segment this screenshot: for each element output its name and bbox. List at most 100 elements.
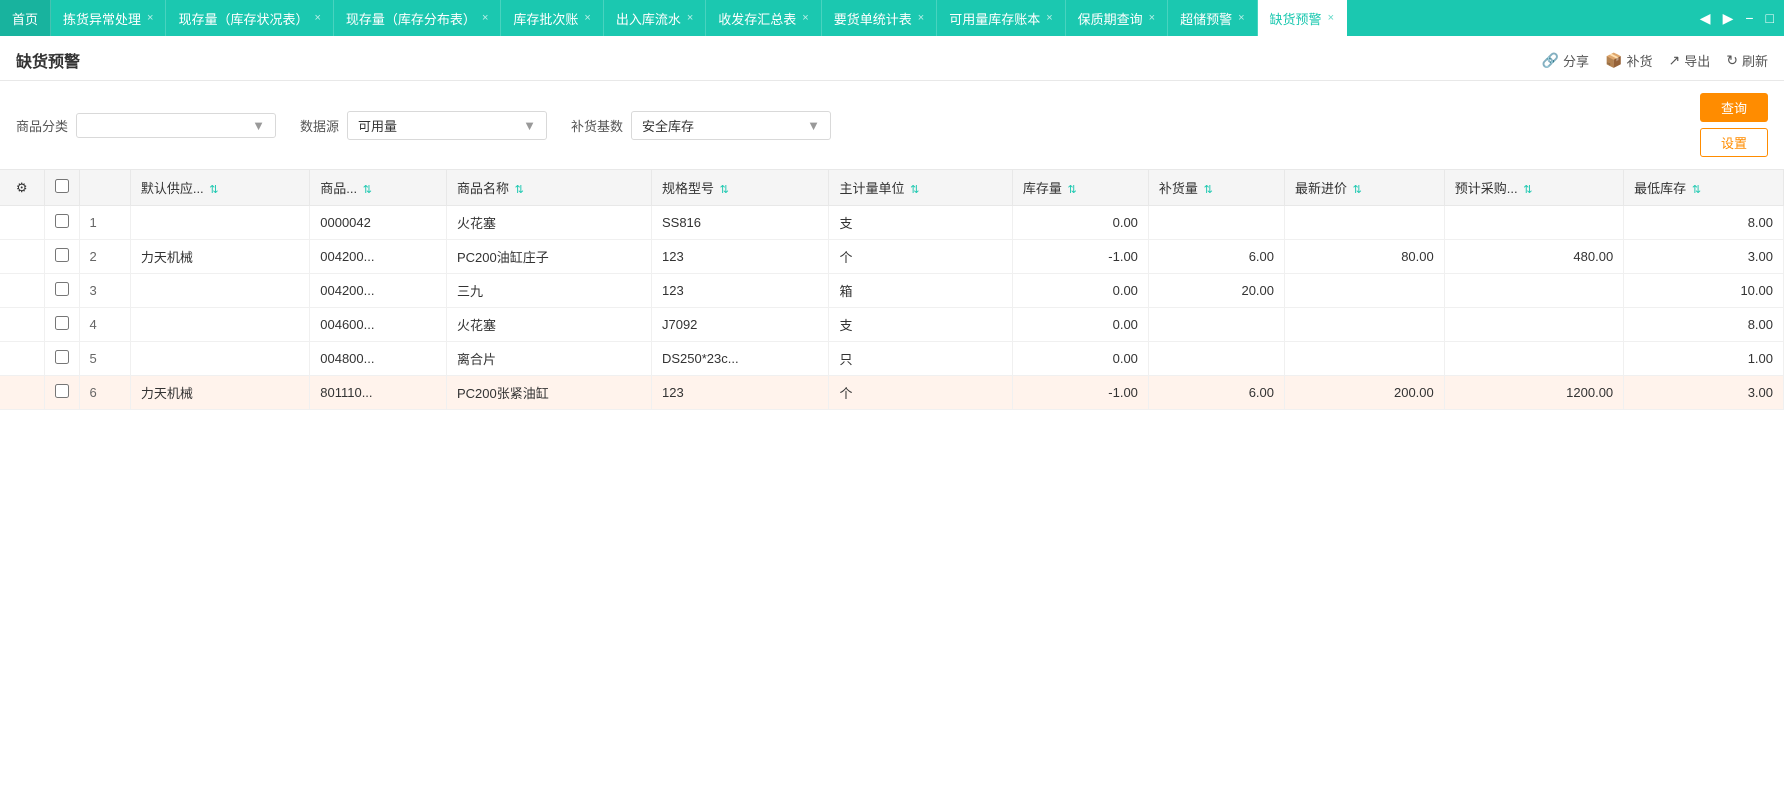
settings-button[interactable]: 设置 (1700, 128, 1768, 157)
export-button[interactable]: ↗ 导出 (1669, 51, 1711, 70)
cell-unit: 只 (829, 342, 1012, 376)
row-checkbox-6[interactable] (55, 384, 69, 398)
th-min-stock[interactable]: 最低库存 ⇅ (1624, 170, 1784, 206)
cell-stock: 0.00 (1012, 308, 1148, 342)
query-button[interactable]: 查询 (1700, 93, 1768, 122)
tab-close-inventory-status[interactable]: × (314, 12, 320, 24)
th-stock[interactable]: 库存量 ⇅ (1012, 170, 1148, 206)
sort-min-stock-icon: ⇅ (1692, 184, 1701, 196)
sort-spec-icon: ⇅ (720, 184, 729, 196)
cell-name: 火花塞 (447, 308, 652, 342)
cell-supplier: 力天机械 (130, 376, 309, 410)
th-spec[interactable]: 规格型号 ⇅ (651, 170, 828, 206)
cell-checkbox[interactable] (44, 376, 79, 410)
tab-next-button[interactable]: ▶ (1717, 0, 1740, 36)
replenish-button[interactable]: 📦 补货 (1605, 51, 1652, 70)
cell-est-purchase (1444, 274, 1623, 308)
cell-code: 004200... (310, 274, 447, 308)
tab-picking[interactable]: 拣货异常处理 × (51, 0, 166, 36)
tab-bar: 首页 拣货异常处理 × 现存量（库存状况表） × 现存量（库存分布表） × 库存… (0, 0, 1784, 36)
cell-latest-price (1285, 274, 1445, 308)
tab-flow[interactable]: 出入库流水 × (604, 0, 706, 36)
tab-close-expiry[interactable]: × (1149, 12, 1155, 24)
th-supplier[interactable]: 默认供应... ⇅ (130, 170, 309, 206)
tab-summary[interactable]: 收发存汇总表 × (706, 0, 821, 36)
share-button[interactable]: 🔗 分享 (1542, 51, 1589, 70)
cell-stock: -1.00 (1012, 240, 1148, 274)
th-est-purchase[interactable]: 预计采购... ⇅ (1444, 170, 1623, 206)
cell-est-purchase (1444, 308, 1623, 342)
cell-code: 0000042 (310, 206, 447, 240)
cell-gear (0, 308, 44, 342)
cell-spec: J7092 (651, 308, 828, 342)
th-checkbox[interactable] (44, 170, 79, 206)
select-all-checkbox[interactable] (55, 179, 69, 193)
tab-minimize-button[interactable]: − (1739, 0, 1759, 36)
refresh-button[interactable]: ↻ 刷新 (1726, 51, 1768, 70)
tab-close-requisition[interactable]: × (918, 12, 924, 24)
tab-close-summary[interactable]: × (802, 12, 808, 24)
cell-checkbox[interactable] (44, 206, 79, 240)
th-name[interactable]: 商品名称 ⇅ (447, 170, 652, 206)
cell-checkbox[interactable] (44, 274, 79, 308)
tab-expiry[interactable]: 保质期查询 × (1066, 0, 1168, 36)
replenish-select[interactable]: 安全库存 ▼ (631, 111, 831, 140)
row-checkbox-5[interactable] (55, 350, 69, 364)
cell-min-stock: 1.00 (1624, 342, 1784, 376)
category-filter-group: 商品分类 ▼ (16, 113, 276, 138)
tab-available[interactable]: 可用量库存账本 × (937, 0, 1065, 36)
row-checkbox-4[interactable] (55, 316, 69, 330)
cell-est-purchase (1444, 342, 1623, 376)
tab-close-batch[interactable]: × (584, 12, 590, 24)
category-label: 商品分类 (16, 116, 68, 135)
cell-name: 火花塞 (447, 206, 652, 240)
cell-num: 3 (79, 274, 130, 308)
tab-overstock[interactable]: 超储预警 × (1168, 0, 1257, 36)
th-code[interactable]: 商品... ⇅ (310, 170, 447, 206)
cell-replenish (1148, 342, 1284, 376)
row-checkbox-2[interactable] (55, 248, 69, 262)
th-unit[interactable]: 主计量单位 ⇅ (829, 170, 1012, 206)
tab-close-picking[interactable]: × (147, 12, 153, 24)
cell-checkbox[interactable] (44, 342, 79, 376)
th-gear[interactable]: ⚙ (0, 170, 44, 206)
th-latest-price[interactable]: 最新进价 ⇅ (1285, 170, 1445, 206)
tab-close-overstock[interactable]: × (1238, 12, 1244, 24)
cell-name: 离合片 (447, 342, 652, 376)
cell-code: 004800... (310, 342, 447, 376)
filter-bar: 商品分类 ▼ 数据源 可用量 ▼ 补货基数 安全库存 ▼ 查询 设置 (0, 81, 1784, 170)
tab-close-shortage[interactable]: × (1328, 12, 1334, 24)
tab-shortage[interactable]: 缺货预警 × (1258, 0, 1347, 36)
cell-gear (0, 342, 44, 376)
tab-requisition[interactable]: 要货单统计表 × (822, 0, 937, 36)
page-header: 缺货预警 🔗 分享 📦 补货 ↗ 导出 ↻ 刷新 (0, 36, 1784, 81)
th-replenish[interactable]: 补货量 ⇅ (1148, 170, 1284, 206)
datasource-select[interactable]: 可用量 ▼ (347, 111, 547, 140)
cell-spec: DS250*23c... (651, 342, 828, 376)
cell-supplier (130, 308, 309, 342)
row-checkbox-1[interactable] (55, 214, 69, 228)
tab-prev-button[interactable]: ◀ (1694, 0, 1717, 36)
cell-name: 三九 (447, 274, 652, 308)
sort-supplier-icon: ⇅ (209, 184, 218, 196)
tab-batch[interactable]: 库存批次账 × (501, 0, 603, 36)
tab-inventory-status[interactable]: 现存量（库存状况表） × (166, 0, 333, 36)
tab-close-inventory-dist[interactable]: × (482, 12, 488, 24)
category-select[interactable]: ▼ (76, 113, 276, 138)
tab-close-flow[interactable]: × (687, 12, 693, 24)
cell-checkbox[interactable] (44, 240, 79, 274)
gear-icon[interactable]: ⚙ (16, 180, 28, 195)
tab-home[interactable]: 首页 (0, 0, 51, 36)
tab-close-available[interactable]: × (1046, 12, 1052, 24)
table-row: 1 0000042 火花塞 SS816 支 0.00 8.00 (0, 206, 1784, 240)
cell-min-stock: 3.00 (1624, 376, 1784, 410)
table-row: 5 004800... 离合片 DS250*23c... 只 0.00 1.00 (0, 342, 1784, 376)
category-select-arrow-icon: ▼ (252, 118, 265, 133)
cell-replenish: 6.00 (1148, 240, 1284, 274)
tab-inventory-dist[interactable]: 现存量（库存分布表） × (334, 0, 501, 36)
cell-checkbox[interactable] (44, 308, 79, 342)
tab-maximize-button[interactable]: □ (1760, 0, 1780, 36)
replenish-select-arrow-icon: ▼ (807, 118, 820, 133)
cell-replenish: 6.00 (1148, 376, 1284, 410)
row-checkbox-3[interactable] (55, 282, 69, 296)
